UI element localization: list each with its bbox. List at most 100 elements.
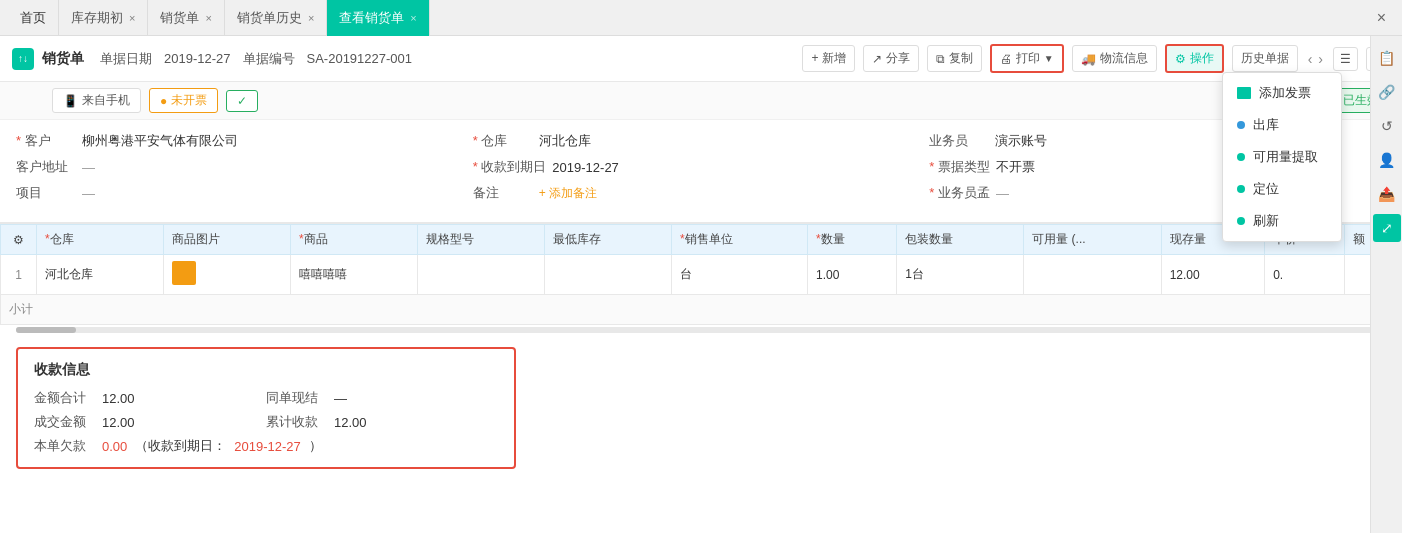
date-label: 单据日期 bbox=[100, 50, 152, 68]
list-view-button[interactable]: ☰ bbox=[1333, 47, 1358, 71]
next-arrow[interactable]: › bbox=[1316, 51, 1325, 67]
doc-title-area: ↑↓ 销货单 bbox=[12, 48, 84, 70]
customer-value: 柳州粤港平安气体有限公司 bbox=[82, 132, 238, 150]
outbound-icon bbox=[1237, 121, 1245, 129]
subtotal-label: 小计 bbox=[1, 295, 1402, 325]
operations-button[interactable]: ⚙ 操作 bbox=[1165, 44, 1224, 73]
number-value: SA-20191227-001 bbox=[307, 51, 413, 66]
global-close-button[interactable]: × bbox=[1369, 9, 1394, 27]
sales-table: ⚙ *仓库 商品图片 *商品 规格型号 最低库存 *销售单位 *数量 包装数量 … bbox=[0, 224, 1402, 325]
transaction-amount-value: 12.00 bbox=[102, 415, 135, 430]
scroll-track[interactable] bbox=[16, 327, 1386, 333]
row-pkg-qty: 1台 bbox=[897, 255, 1024, 295]
available-qty-item[interactable]: 可用量提取 bbox=[1223, 141, 1341, 173]
locate-item[interactable]: 定位 bbox=[1223, 173, 1341, 205]
col-warehouse: *仓库 bbox=[37, 225, 164, 255]
locate-icon bbox=[1237, 185, 1245, 193]
same-order-settle-value: — bbox=[334, 391, 347, 406]
tab-view-sales[interactable]: 查看销货单 × bbox=[327, 0, 429, 36]
tab-home[interactable]: 首页 bbox=[8, 0, 59, 36]
toolbar: + 新增 ↗ 分享 ⧉ 复制 🖨 打印 ▼ 🚚 物流信息 bbox=[802, 44, 1390, 73]
transaction-amount-item: 成交金额 12.00 bbox=[34, 413, 266, 431]
number-label: 单据编号 bbox=[243, 50, 295, 68]
row-num: 1 bbox=[1, 255, 37, 295]
sidebar-icon-2[interactable]: 🔗 bbox=[1373, 78, 1401, 106]
payment-title: 收款信息 bbox=[34, 361, 498, 379]
row-spec bbox=[417, 255, 544, 295]
check-button[interactable]: ✓ bbox=[226, 90, 258, 112]
form-row-3: 项目 — 备注 + 添加备注 业务员孟 — bbox=[16, 184, 1386, 202]
tab-inventory-start[interactable]: 库存期初 × bbox=[59, 0, 148, 36]
transaction-amount-label: 成交金额 bbox=[34, 413, 94, 431]
add-invoice-icon bbox=[1237, 87, 1251, 99]
row-min-stock bbox=[544, 255, 671, 295]
note-field: 备注 + 添加备注 bbox=[473, 184, 930, 202]
sidebar-icon-4[interactable]: 👤 bbox=[1373, 146, 1401, 174]
invoice-type-label: 票据类型 bbox=[929, 158, 990, 176]
add-invoice-item[interactable]: 添加发票 bbox=[1223, 77, 1341, 109]
copy-button[interactable]: ⧉ 复制 bbox=[927, 45, 982, 72]
print-button[interactable]: 🖨 打印 ▼ bbox=[990, 44, 1064, 73]
sales-order-icon: ↑↓ bbox=[12, 48, 34, 70]
tab-inventory-start-close[interactable]: × bbox=[129, 12, 135, 24]
history-button[interactable]: 历史单据 bbox=[1232, 45, 1298, 72]
tab-view-sales-close[interactable]: × bbox=[410, 12, 416, 24]
due-date: 2019-12-27 bbox=[234, 439, 301, 454]
col-settings: ⚙ bbox=[1, 225, 37, 255]
row-quantity: 1.00 bbox=[808, 255, 897, 295]
col-quantity: *数量 bbox=[808, 225, 897, 255]
invoice-type-value: 不开票 bbox=[996, 158, 1035, 176]
refresh-item[interactable]: 刷新 bbox=[1223, 205, 1341, 237]
table-row: 1 河北仓库 嘻嘻嘻嘻 台 1.00 1台 12.00 0. bbox=[1, 255, 1402, 295]
row-product: 嘻嘻嘻嘻 bbox=[290, 255, 417, 295]
same-order-settle-item: 同单现结 — bbox=[266, 389, 498, 407]
scroll-thumb[interactable] bbox=[16, 327, 76, 333]
total-amount-label: 金额合计 bbox=[34, 389, 94, 407]
sidebar-icon-5[interactable]: 📤 bbox=[1373, 180, 1401, 208]
staff2-label: 业务员孟 bbox=[929, 184, 990, 202]
tab-bar: 首页 库存期初 × 销货单 × 销货单历史 × 查看销货单 × × bbox=[0, 0, 1402, 36]
main-content: ↑↓ 销货单 单据日期 2019-12-27 单据编号 SA-20191227-… bbox=[0, 36, 1402, 533]
row-current-stock: 12.00 bbox=[1161, 255, 1265, 295]
payment-date-label: 收款到期日 bbox=[473, 158, 547, 176]
due-note: （收款到期日： bbox=[135, 437, 226, 455]
outbound-item[interactable]: 出库 bbox=[1223, 109, 1341, 141]
logistics-button[interactable]: 🚚 物流信息 bbox=[1072, 45, 1157, 72]
sidebar-icon-1[interactable]: 📋 bbox=[1373, 44, 1401, 72]
warehouse-label: 仓库 bbox=[473, 132, 533, 150]
total-amount-item: 金额合计 12.00 bbox=[34, 389, 266, 407]
col-product-img: 商品图片 bbox=[163, 225, 290, 255]
this-order-due-item: 本单欠款 0.00 （收款到期日： 2019-12-27 ） bbox=[34, 437, 498, 455]
subtotal-row: 小计 bbox=[1, 295, 1402, 325]
col-available: 可用量 (... bbox=[1024, 225, 1161, 255]
refresh-icon bbox=[1237, 217, 1245, 225]
from-mobile-button[interactable]: 📱 来自手机 bbox=[52, 88, 141, 113]
status-row: 📱 来自手机 ● 未开票 ✓ ✓ 已核销 ✓ 已生效 bbox=[0, 82, 1402, 120]
tab-sales-order[interactable]: 销货单 × bbox=[148, 0, 224, 36]
this-order-due-label: 本单欠款 bbox=[34, 437, 94, 455]
add-note-button[interactable]: + 添加备注 bbox=[539, 185, 597, 202]
row-sales-unit: 台 bbox=[671, 255, 807, 295]
sidebar-icon-3[interactable]: ↺ bbox=[1373, 112, 1401, 140]
table-header-row: ⚙ *仓库 商品图片 *商品 规格型号 最低库存 *销售单位 *数量 包装数量 … bbox=[1, 225, 1402, 255]
prev-arrow[interactable]: ‹ bbox=[1306, 51, 1315, 67]
cumulative-receipt-value: 12.00 bbox=[334, 415, 367, 430]
operations-dropdown: 添加发票 出库 可用量提取 定位 刷新 bbox=[1222, 72, 1342, 242]
this-order-due-value: 0.00 bbox=[102, 439, 127, 454]
not-open-button[interactable]: ● 未开票 bbox=[149, 88, 218, 113]
due-note-end: ） bbox=[309, 437, 322, 455]
add-button[interactable]: + 新增 bbox=[802, 45, 854, 72]
col-sales-unit: *销售单位 bbox=[671, 225, 807, 255]
col-spec: 规格型号 bbox=[417, 225, 544, 255]
table-wrapper: ⚙ *仓库 商品图片 *商品 规格型号 最低库存 *销售单位 *数量 包装数量 … bbox=[0, 223, 1402, 335]
payment-section: 收款信息 金额合计 12.00 同单现结 — 成交金额 12.00 累计收款 1… bbox=[16, 347, 516, 469]
warehouse-field: 仓库 河北仓库 bbox=[473, 132, 930, 150]
project-value: — bbox=[82, 186, 95, 201]
customer-field: 客户 柳州粤港平安气体有限公司 bbox=[16, 132, 473, 150]
share-button[interactable]: ↗ 分享 bbox=[863, 45, 919, 72]
row-warehouse: 河北仓库 bbox=[37, 255, 164, 295]
tab-sales-history-close[interactable]: × bbox=[308, 12, 314, 24]
sidebar-icon-6[interactable]: ⤢ bbox=[1373, 214, 1401, 242]
tab-sales-history[interactable]: 销货单历史 × bbox=[225, 0, 327, 36]
tab-sales-order-close[interactable]: × bbox=[205, 12, 211, 24]
